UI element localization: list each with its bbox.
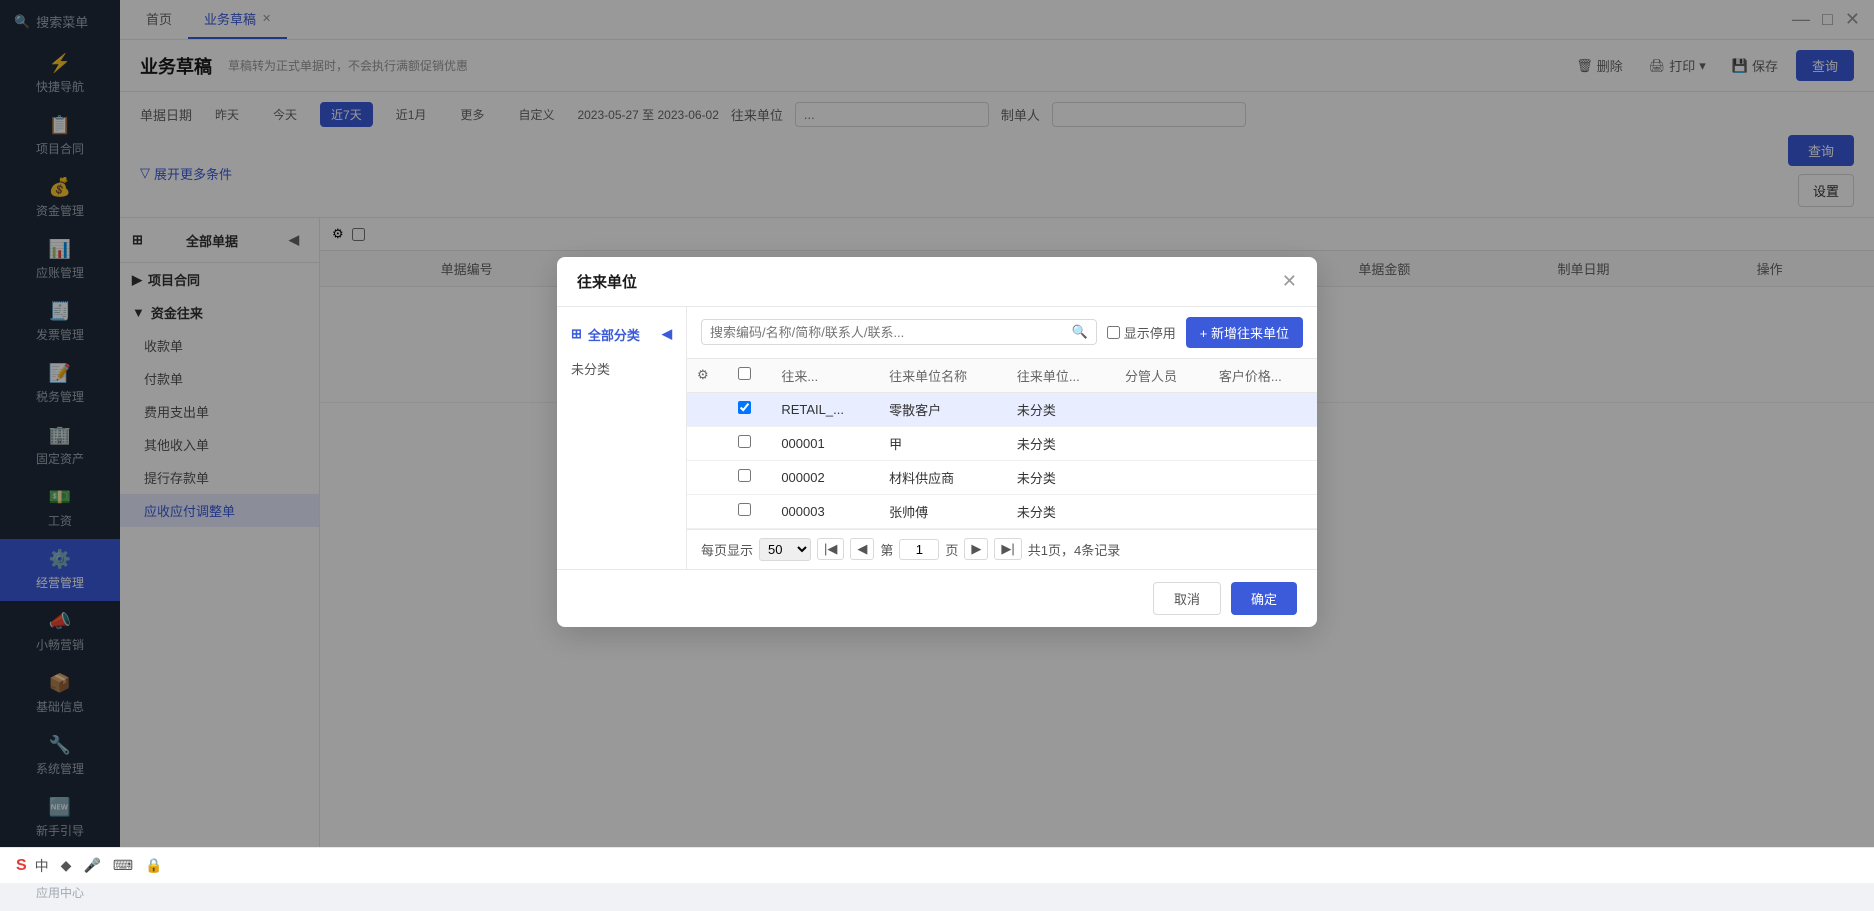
modal-col-category: 往来单位... (1007, 359, 1115, 393)
per-page-select[interactable]: 50 100 (759, 538, 811, 561)
modal-category-all[interactable]: ⊞ 全部分类 ◀ (557, 317, 686, 352)
row-settings (687, 426, 728, 460)
row-name: 材料供应商 (879, 460, 1007, 494)
taskbar-lock-icon[interactable]: 🔒 (145, 857, 162, 874)
row-checkbox[interactable] (728, 392, 771, 426)
taskbar-keyboard-icon[interactable]: ⌨ (113, 857, 133, 874)
modal-category-label: 全部分类 (588, 325, 640, 344)
total-records: 共1页，4条记录 (1028, 540, 1120, 559)
modal-search-icon: 🔍 (1072, 324, 1088, 340)
row-settings (687, 460, 728, 494)
modal-search-input[interactable] (710, 325, 1066, 340)
modal-col-checkbox (728, 359, 771, 393)
row-name: 零散客户 (879, 392, 1007, 426)
modal-search-box[interactable]: 🔍 (701, 319, 1097, 345)
modal-footer: 取消 确定 (557, 569, 1317, 627)
row-code: 000001 (771, 426, 879, 460)
modal-pagination: 每页显示 50 100 |◀ ◀ 第 页 ▶ ▶| 共1页，4条记录 (687, 529, 1317, 569)
row-checkbox[interactable] (728, 494, 771, 528)
row-price (1209, 392, 1317, 426)
modal-header: 往来单位 ✕ (557, 257, 1317, 307)
taskbar-diamond-icon: ◆ (61, 857, 72, 874)
row-code: 000002 (771, 460, 879, 494)
modal-sidebar-collapse-icon[interactable]: ◀ (662, 326, 672, 342)
modal-table-row[interactable]: 000002 材料供应商 未分类 (687, 460, 1317, 494)
taskbar-zh-icon[interactable]: 中 (35, 856, 49, 876)
row-category: 未分类 (1007, 426, 1115, 460)
modal-col-manager: 分管人员 (1115, 359, 1209, 393)
row-name: 甲 (879, 426, 1007, 460)
modal-col-settings: ⚙ (687, 359, 728, 393)
page-label: 第 (880, 540, 893, 559)
row-price (1209, 426, 1317, 460)
row-category: 未分类 (1007, 392, 1115, 426)
row-manager (1115, 426, 1209, 460)
sidebar-item-label: 应用中心 (36, 884, 84, 901)
modal-body: ⊞ 全部分类 ◀ 未分类 🔍 显示停用 (557, 307, 1317, 569)
row-category: 未分类 (1007, 494, 1115, 528)
modal-col-name: 往来单位名称 (879, 359, 1007, 393)
modal-close-button[interactable]: ✕ (1282, 271, 1297, 292)
modal-col-price: 客户价格... (1209, 359, 1317, 393)
taskbar-mic-icon[interactable]: 🎤 (83, 857, 100, 874)
page-number-input[interactable] (899, 539, 939, 560)
modal-col-code: 往来... (771, 359, 879, 393)
modal-table: ⚙ 往来... 往来单位名称 往来单位... 分管人员 客户价格... (687, 359, 1317, 529)
row-price (1209, 494, 1317, 528)
modal-cat-item-unclassified[interactable]: 未分类 (557, 352, 686, 385)
row-name: 张帅傅 (879, 494, 1007, 528)
modal-title: 往来单位 (577, 271, 637, 292)
row-manager (1115, 494, 1209, 528)
per-page-label: 每页显示 (701, 540, 753, 559)
modal-content-area: 🔍 显示停用 + 新增往来单位 ⚙ (687, 307, 1317, 569)
modal-overlay[interactable]: 往来单位 ✕ ⊞ 全部分类 ◀ 未分类 (0, 0, 1874, 883)
page-suffix: 页 (945, 540, 958, 559)
modal-select-all[interactable] (738, 367, 751, 380)
row-checkbox[interactable] (728, 426, 771, 460)
show-disabled-checkbox[interactable] (1107, 326, 1120, 339)
modal-toolbar: 🔍 显示停用 + 新增往来单位 (687, 307, 1317, 359)
modal-table-row[interactable]: RETAIL_... 零散客户 未分类 (687, 392, 1317, 426)
confirm-button[interactable]: 确定 (1231, 582, 1297, 615)
taskbar-icons: 中 ◆ 🎤 ⌨ 🔒 (35, 856, 163, 876)
modal: 往来单位 ✕ ⊞ 全部分类 ◀ 未分类 (557, 257, 1317, 627)
last-page-btn[interactable]: ▶| (994, 538, 1021, 560)
next-page-btn[interactable]: ▶ (964, 538, 988, 560)
modal-table-wrap: ⚙ 往来... 往来单位名称 往来单位... 分管人员 客户价格... (687, 359, 1317, 529)
category-grid-icon: ⊞ (571, 326, 582, 342)
prev-page-btn[interactable]: ◀ (850, 538, 874, 560)
modal-table-row[interactable]: 000003 张帅傅 未分类 (687, 494, 1317, 528)
row-manager (1115, 392, 1209, 426)
show-disabled-label[interactable]: 显示停用 (1107, 323, 1176, 342)
row-checkbox[interactable] (728, 460, 771, 494)
cancel-button[interactable]: 取消 (1153, 582, 1221, 615)
row-settings (687, 392, 728, 426)
first-page-btn[interactable]: |◀ (817, 538, 844, 560)
row-settings (687, 494, 728, 528)
row-category: 未分类 (1007, 460, 1115, 494)
row-code: RETAIL_... (771, 392, 879, 426)
modal-table-row[interactable]: 000001 甲 未分类 (687, 426, 1317, 460)
modal-sidebar: ⊞ 全部分类 ◀ 未分类 (557, 307, 687, 569)
row-manager (1115, 460, 1209, 494)
add-company-button[interactable]: + 新增往来单位 (1186, 317, 1303, 348)
row-code: 000003 (771, 494, 879, 528)
row-price (1209, 460, 1317, 494)
taskbar-logo: S (16, 857, 27, 875)
bottom-bar: S 中 ◆ 🎤 ⌨ 🔒 (0, 847, 1874, 883)
